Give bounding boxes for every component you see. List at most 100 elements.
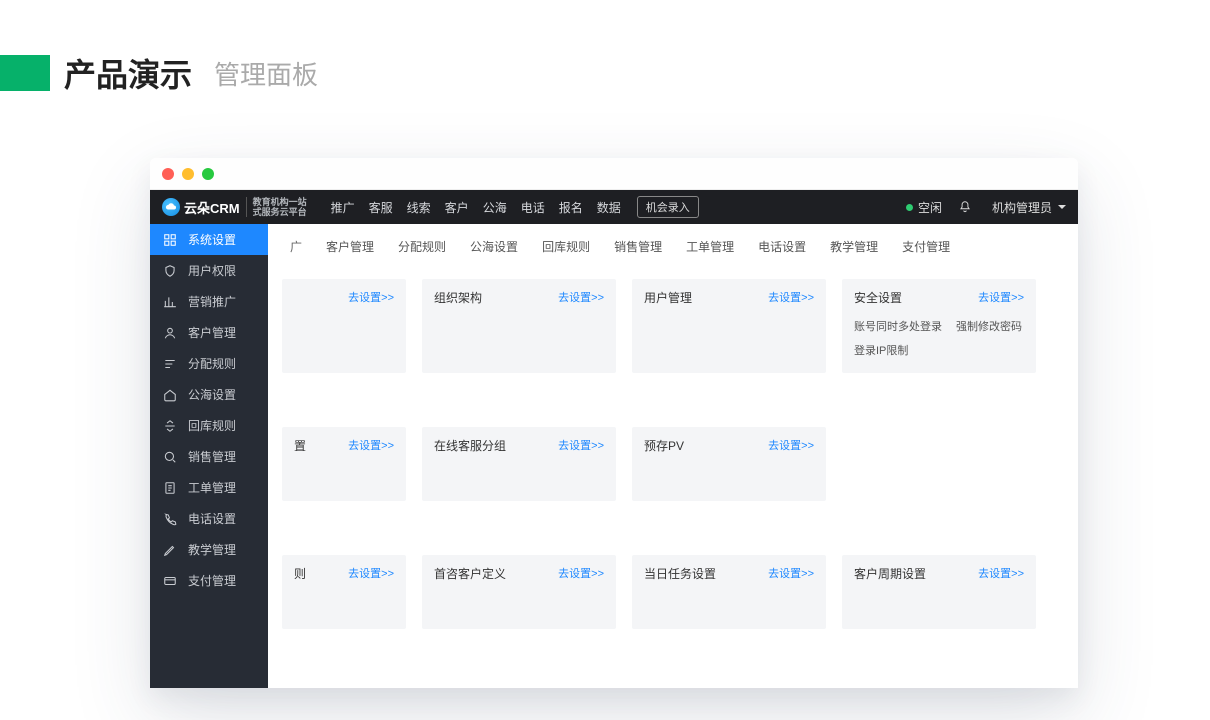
settings-card: 组织架构去设置>>	[422, 279, 616, 373]
sidebar-item-label: 回库规则	[188, 417, 236, 434]
app-header-left: 云朵CRM 教育机构一站 式服务云平台 推广客服线索客户公海电话报名数据 机会录…	[162, 196, 699, 218]
tab-item[interactable]: 支付管理	[894, 234, 958, 259]
page-title: 产品演示	[64, 50, 192, 96]
card-row: 去设置>>组织架构去设置>>用户管理去设置>>安全设置去设置>>账号同时多处登录…	[282, 279, 1064, 373]
sidebar-item[interactable]: 工单管理	[150, 472, 268, 503]
page-header: 产品演示 管理面板	[0, 0, 1210, 96]
card-row: 置去设置>>在线客服分组去设置>>预存PV去设置>>	[282, 427, 1064, 501]
status-indicator[interactable]: 空闲	[906, 199, 942, 216]
user-icon	[162, 325, 178, 341]
tab-item[interactable]: 回库规则	[534, 234, 598, 259]
go-settings-link[interactable]: 去设置>>	[768, 289, 814, 305]
sidebar-item-label: 公海设置	[188, 386, 236, 403]
go-settings-link[interactable]: 去设置>>	[768, 437, 814, 453]
sidebar-item-label: 客户管理	[188, 324, 236, 341]
settings-card: 在线客服分组去设置>>	[422, 427, 616, 501]
settings-card: 则去设置>>	[282, 555, 406, 629]
grid-icon	[162, 232, 178, 248]
go-settings-link[interactable]: 去设置>>	[558, 437, 604, 453]
window-titlebar	[150, 158, 1078, 190]
sidebar-item[interactable]: 支付管理	[150, 565, 268, 596]
recycle-icon	[162, 418, 178, 434]
card-tag: 强制修改密码	[956, 318, 1022, 334]
sidebar-item-label: 分配规则	[188, 355, 236, 372]
chevron-down-icon	[1058, 205, 1066, 209]
go-settings-link[interactable]: 去设置>>	[348, 565, 394, 581]
bell-icon	[958, 200, 972, 214]
tab-item[interactable]: 公海设置	[462, 234, 526, 259]
go-settings-link[interactable]: 去设置>>	[978, 289, 1024, 305]
nav-item[interactable]: 电话	[521, 199, 545, 216]
user-label: 机构管理员	[992, 199, 1052, 216]
tab-item[interactable]: 电话设置	[750, 234, 814, 259]
settings-card: 当日任务设置去设置>>	[632, 555, 826, 629]
nav-item[interactable]: 推广	[331, 199, 355, 216]
settings-card: 客户周期设置去设置>>	[842, 555, 1036, 629]
nav-item[interactable]: 数据	[597, 199, 621, 216]
tab-item[interactable]: 分配规则	[390, 234, 454, 259]
sidebar-item[interactable]: 教学管理	[150, 534, 268, 565]
brand-text: 云朵CRM	[184, 198, 240, 217]
window-minimize-icon[interactable]	[182, 168, 194, 180]
settings-card: 首咨客户定义去设置>>	[422, 555, 616, 629]
go-settings-link[interactable]: 去设置>>	[768, 565, 814, 581]
go-settings-link[interactable]: 去设置>>	[558, 565, 604, 581]
sidebar-item[interactable]: 电话设置	[150, 503, 268, 534]
window-close-icon[interactable]	[162, 168, 174, 180]
window-zoom-icon[interactable]	[202, 168, 214, 180]
tab-item[interactable]: 工单管理	[678, 234, 742, 259]
tab-item[interactable]: 广	[282, 234, 310, 259]
sidebar-item[interactable]: 回库规则	[150, 410, 268, 441]
app-header: 云朵CRM 教育机构一站 式服务云平台 推广客服线索客户公海电话报名数据 机会录…	[150, 190, 1078, 224]
settings-card: 用户管理去设置>>	[632, 279, 826, 373]
sidebar-item[interactable]: 用户权限	[150, 255, 268, 286]
pen-icon	[162, 542, 178, 558]
tab-bar: 广客户管理分配规则公海设置回库规则销售管理工单管理电话设置教学管理支付管理	[268, 224, 1078, 259]
sidebar-item-label: 营销推广	[188, 293, 236, 310]
status-text: 空闲	[918, 199, 942, 216]
tab-item[interactable]: 教学管理	[822, 234, 886, 259]
settings-card: 去设置>>	[282, 279, 406, 373]
sidebar: 系统设置用户权限营销推广客户管理分配规则公海设置回库规则销售管理工单管理电话设置…	[150, 224, 268, 688]
sidebar-item-label: 销售管理	[188, 448, 236, 465]
go-settings-link[interactable]: 去设置>>	[348, 289, 394, 305]
sidebar-item-label: 教学管理	[188, 541, 236, 558]
settings-card: 预存PV去设置>>	[632, 427, 826, 501]
cloud-icon	[162, 198, 180, 216]
nav-item[interactable]: 客户	[445, 199, 469, 216]
chart-icon	[162, 294, 178, 310]
status-dot-icon	[906, 204, 913, 211]
rule-icon	[162, 356, 178, 372]
sidebar-item[interactable]: 公海设置	[150, 379, 268, 410]
app-header-right: 空闲 机构管理员	[906, 199, 1066, 216]
go-settings-link[interactable]: 去设置>>	[978, 565, 1024, 581]
sidebar-item[interactable]: 营销推广	[150, 286, 268, 317]
brand-subtitle: 教育机构一站 式服务云平台	[246, 197, 307, 217]
sidebar-item[interactable]: 系统设置	[150, 224, 268, 255]
sidebar-item-label: 工单管理	[188, 479, 236, 496]
card-tag: 账号同时多处登录	[854, 318, 942, 334]
sidebar-item-label: 系统设置	[188, 231, 236, 248]
nav-item[interactable]: 报名	[559, 199, 583, 216]
nav-item[interactable]: 公海	[483, 199, 507, 216]
go-settings-link[interactable]: 去设置>>	[348, 437, 394, 453]
nav-item[interactable]: 线索	[407, 199, 431, 216]
sidebar-item[interactable]: 分配规则	[150, 348, 268, 379]
sidebar-item-label: 支付管理	[188, 572, 236, 589]
record-opportunity-button[interactable]: 机会录入	[637, 196, 699, 218]
sidebar-item[interactable]: 客户管理	[150, 317, 268, 348]
card-icon	[162, 573, 178, 589]
phone-icon	[162, 511, 178, 527]
tab-item[interactable]: 客户管理	[318, 234, 382, 259]
settings-card: 置去设置>>	[282, 427, 406, 501]
settings-card: 安全设置去设置>>账号同时多处登录强制修改密码登录IP限制	[842, 279, 1036, 373]
shield-icon	[162, 263, 178, 279]
nav-item[interactable]: 客服	[369, 199, 393, 216]
user-menu[interactable]: 机构管理员	[958, 199, 1066, 216]
brand-logo[interactable]: 云朵CRM 教育机构一站 式服务云平台	[162, 197, 307, 217]
card-area: 去设置>>组织架构去设置>>用户管理去设置>>安全设置去设置>>账号同时多处登录…	[268, 259, 1078, 629]
tab-item[interactable]: 销售管理	[606, 234, 670, 259]
go-settings-link[interactable]: 去设置>>	[558, 289, 604, 305]
sidebar-item[interactable]: 销售管理	[150, 441, 268, 472]
top-nav: 推广客服线索客户公海电话报名数据	[331, 199, 621, 216]
